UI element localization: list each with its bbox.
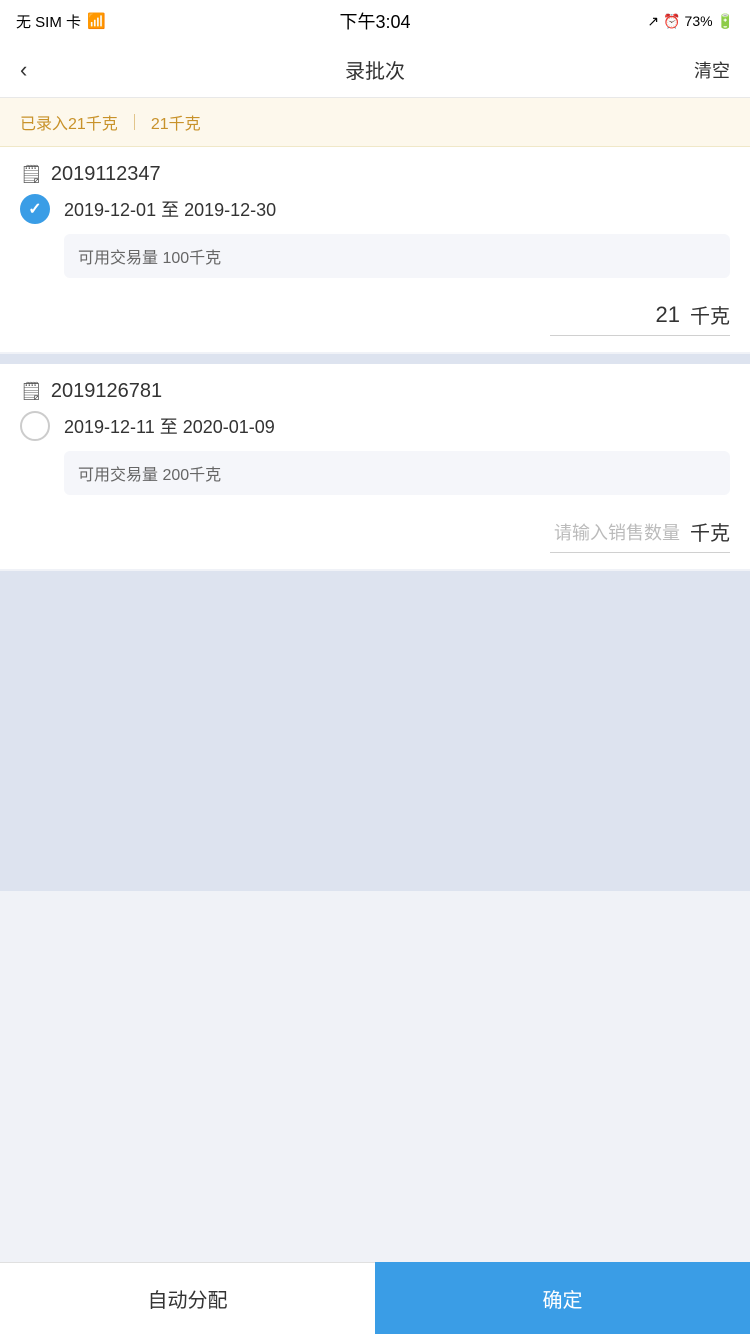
batch1-divider [550, 335, 730, 336]
batch1-card: 🗒 2019112347 2019-12-01 至 2019-12-30 可用交… [0, 147, 750, 352]
batch1-doc-icon: 🗒 [20, 164, 43, 185]
location-icon: ↗ [647, 13, 659, 30]
summary-bar: 已录入21千克 21千克 [0, 98, 750, 147]
batch1-header: 🗒 2019112347 [20, 163, 730, 186]
batch1-row[interactable]: 2019-12-01 至 2019-12-30 [20, 194, 730, 224]
nav-bar: ‹ 录批次 清空 [0, 42, 750, 98]
batch2-header: 🗒 2019126781 [20, 380, 730, 403]
battery-label: 73% [685, 13, 713, 29]
status-left: 无 SIM 卡 📶 [16, 11, 106, 32]
wifi-icon: 📶 [87, 12, 106, 30]
clear-button[interactable]: 清空 [694, 57, 730, 83]
batch2-doc-icon: 🗒 [20, 381, 43, 402]
batch2-card: 🗒 2019126781 2019-12-11 至 2020-01-09 可用交… [0, 364, 750, 569]
batch1-quantity-value: 21 [656, 302, 680, 328]
batch2-radio[interactable] [20, 411, 50, 441]
batch1-radio[interactable] [20, 194, 50, 224]
back-button[interactable]: ‹ [20, 57, 27, 83]
batch2-unit: 千克 [690, 517, 730, 546]
batch1-unit: 千克 [690, 300, 730, 329]
sim-label: 无 SIM 卡 [16, 11, 81, 32]
status-bar: 无 SIM 卡 📶 下午3:04 ↗ ⏰ 73% 🔋 [0, 0, 750, 42]
page-title: 录批次 [345, 55, 405, 84]
batch2-id: 2019126781 [51, 380, 162, 403]
section-separator [0, 354, 750, 364]
recorded-label: 已录入21千克 [20, 110, 118, 134]
alarm-icon: ⏰ [663, 13, 680, 30]
battery-icon: 🔋 [717, 13, 734, 30]
bottom-bar: 自动分配 确定 [0, 1262, 750, 1334]
status-right: ↗ ⏰ 73% 🔋 [647, 13, 734, 30]
summary-divider [134, 114, 135, 130]
summary-value: 21千克 [151, 110, 201, 134]
status-time: 下午3:04 [339, 8, 410, 34]
auto-distribute-button[interactable]: 自动分配 [0, 1262, 375, 1334]
confirm-button[interactable]: 确定 [375, 1262, 750, 1334]
batch1-id: 2019112347 [51, 163, 161, 186]
batch2-quantity-row: 请输入销售数量 千克 [20, 507, 730, 552]
batch2-row[interactable]: 2019-12-11 至 2020-01-09 [20, 411, 730, 441]
batch2-date: 2019-12-11 至 2020-01-09 [64, 413, 275, 439]
empty-gray-area [0, 571, 750, 891]
batch1-quantity-row: 21 千克 [20, 290, 730, 335]
batch2-available: 可用交易量 200千克 [64, 451, 730, 495]
batch2-divider [550, 552, 730, 553]
batch2-input-placeholder[interactable]: 请输入销售数量 [554, 519, 680, 545]
batch1-available: 可用交易量 100千克 [64, 234, 730, 278]
batch1-date: 2019-12-01 至 2019-12-30 [64, 196, 276, 222]
